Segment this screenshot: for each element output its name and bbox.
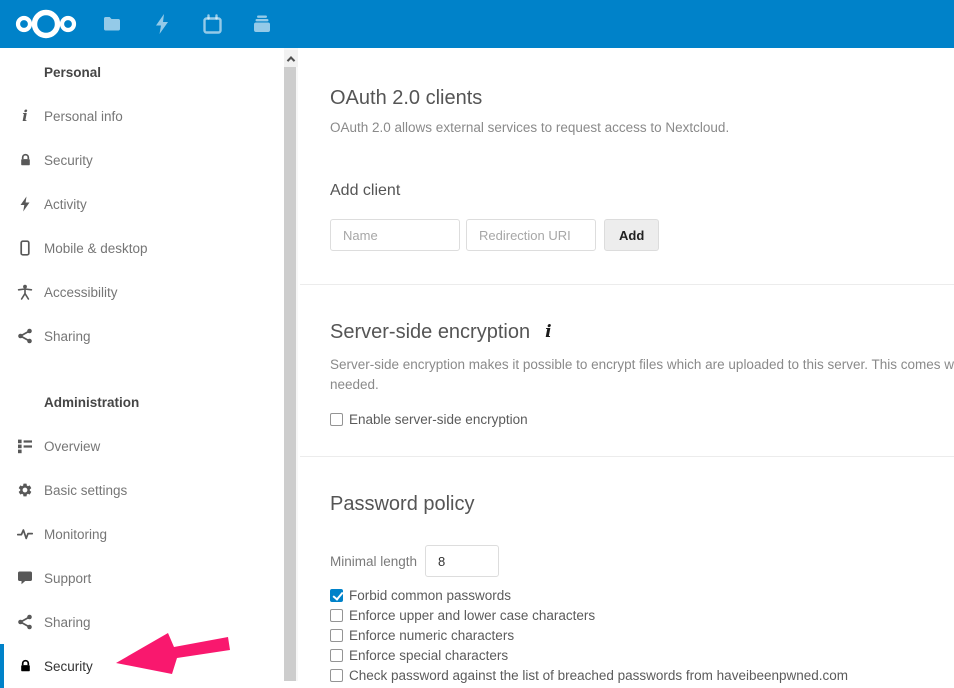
sidebar-item-overview[interactable]: Overview xyxy=(0,424,284,468)
sidebar-item-support[interactable]: Support xyxy=(0,556,284,600)
policy-option-row: Forbid common passwords xyxy=(330,585,954,605)
enforce-case-checkbox[interactable] xyxy=(330,609,343,622)
add-client-row: Add xyxy=(330,219,954,251)
sidebar-scrollbar[interactable] xyxy=(284,48,298,681)
sidebar-item-security-personal[interactable]: Security xyxy=(0,138,284,182)
policy-option-row: Enforce upper and lower case characters xyxy=(330,605,954,625)
bolt-icon xyxy=(17,196,33,212)
deck-icon[interactable] xyxy=(237,0,287,48)
scrollbar-up-button[interactable] xyxy=(284,50,298,67)
lock-icon xyxy=(17,152,33,168)
chevron-up-icon xyxy=(287,56,295,64)
encryption-section: Server-side encryption i Server-side enc… xyxy=(300,285,954,457)
sidebar-item-activity[interactable]: Activity xyxy=(0,182,284,226)
share-icon xyxy=(17,328,33,344)
files-icon[interactable] xyxy=(87,0,137,48)
add-client-button[interactable]: Add xyxy=(604,219,659,251)
policy-option-row: Enforce special characters xyxy=(330,645,954,665)
add-client-heading: Add client xyxy=(330,182,954,200)
encryption-description: Server-side encryption makes it possible… xyxy=(330,355,954,395)
redirection-uri-input[interactable] xyxy=(466,219,596,251)
policy-option-row: Enforce numeric characters xyxy=(330,625,954,645)
sidebar-item-sharing-personal[interactable]: Sharing xyxy=(0,314,284,358)
accessibility-icon xyxy=(17,284,33,300)
lock-icon xyxy=(17,658,33,674)
header-app-icons xyxy=(87,0,287,48)
minimal-length-label: Minimal length xyxy=(330,554,417,569)
sidebar-item-accessibility[interactable]: Accessibility xyxy=(0,270,284,314)
policy-option-row: Check password against the list of breac… xyxy=(330,665,954,685)
info-icon: i xyxy=(17,108,33,124)
encryption-title: Server-side encryption i xyxy=(330,318,954,346)
sidebar-item-mobile-desktop[interactable]: Mobile & desktop xyxy=(0,226,284,270)
password-policy-options: Forbid common passwords Enforce upper an… xyxy=(330,585,954,685)
forbid-common-passwords-checkbox[interactable] xyxy=(330,589,343,602)
encryption-title-text: Server-side encryption xyxy=(330,318,530,346)
password-policy-section: Password policy Minimal length Forbid co… xyxy=(300,457,954,685)
oauth-section: OAuth 2.0 clients OAuth 2.0 allows exter… xyxy=(300,48,954,285)
enable-encryption-checkbox[interactable] xyxy=(330,413,343,426)
enforce-special-checkbox[interactable] xyxy=(330,649,343,662)
sidebar-heading-label: Personal xyxy=(44,65,101,80)
settings-sidebar: Personal i Personal info Security Activi… xyxy=(0,48,284,681)
activity-icon[interactable] xyxy=(137,0,187,48)
enable-encryption-row: Enable server-side encryption xyxy=(330,412,954,427)
sidebar-heading-label: Administration xyxy=(44,395,139,410)
settings-content: OAuth 2.0 clients OAuth 2.0 allows exter… xyxy=(300,48,954,685)
top-header-bar xyxy=(0,0,954,48)
scrollbar-thumb[interactable] xyxy=(284,67,296,681)
password-policy-title: Password policy xyxy=(330,490,954,518)
mobile-icon xyxy=(17,240,33,256)
sidebar-item-basic-settings[interactable]: Basic settings xyxy=(0,468,284,512)
minimal-length-input[interactable] xyxy=(425,545,499,577)
gear-icon xyxy=(17,482,33,498)
share-icon xyxy=(17,614,33,630)
sidebar-item-security-admin[interactable]: Security xyxy=(0,644,284,688)
minimal-length-row: Minimal length xyxy=(330,545,954,577)
calendar-icon[interactable] xyxy=(187,0,237,48)
chat-icon xyxy=(17,570,33,586)
sidebar-heading-personal: Personal xyxy=(0,50,284,94)
sidebar-item-personal-info[interactable]: i Personal info xyxy=(0,94,284,138)
oauth-title: OAuth 2.0 clients xyxy=(330,84,954,112)
haveibeenpwned-checkbox[interactable] xyxy=(330,669,343,682)
sidebar-item-monitoring[interactable]: Monitoring xyxy=(0,512,284,556)
enforce-numeric-checkbox[interactable] xyxy=(330,629,343,642)
info-icon[interactable]: i xyxy=(545,318,551,346)
client-name-input[interactable] xyxy=(330,219,460,251)
oauth-description: OAuth 2.0 allows external services to re… xyxy=(330,120,954,136)
sidebar-heading-administration: Administration xyxy=(0,380,284,424)
sidebar-item-sharing-admin[interactable]: Sharing xyxy=(0,600,284,644)
list-icon xyxy=(17,438,33,454)
nextcloud-logo[interactable] xyxy=(14,6,78,42)
pulse-icon xyxy=(17,526,33,542)
enable-encryption-label[interactable]: Enable server-side encryption xyxy=(349,412,528,427)
